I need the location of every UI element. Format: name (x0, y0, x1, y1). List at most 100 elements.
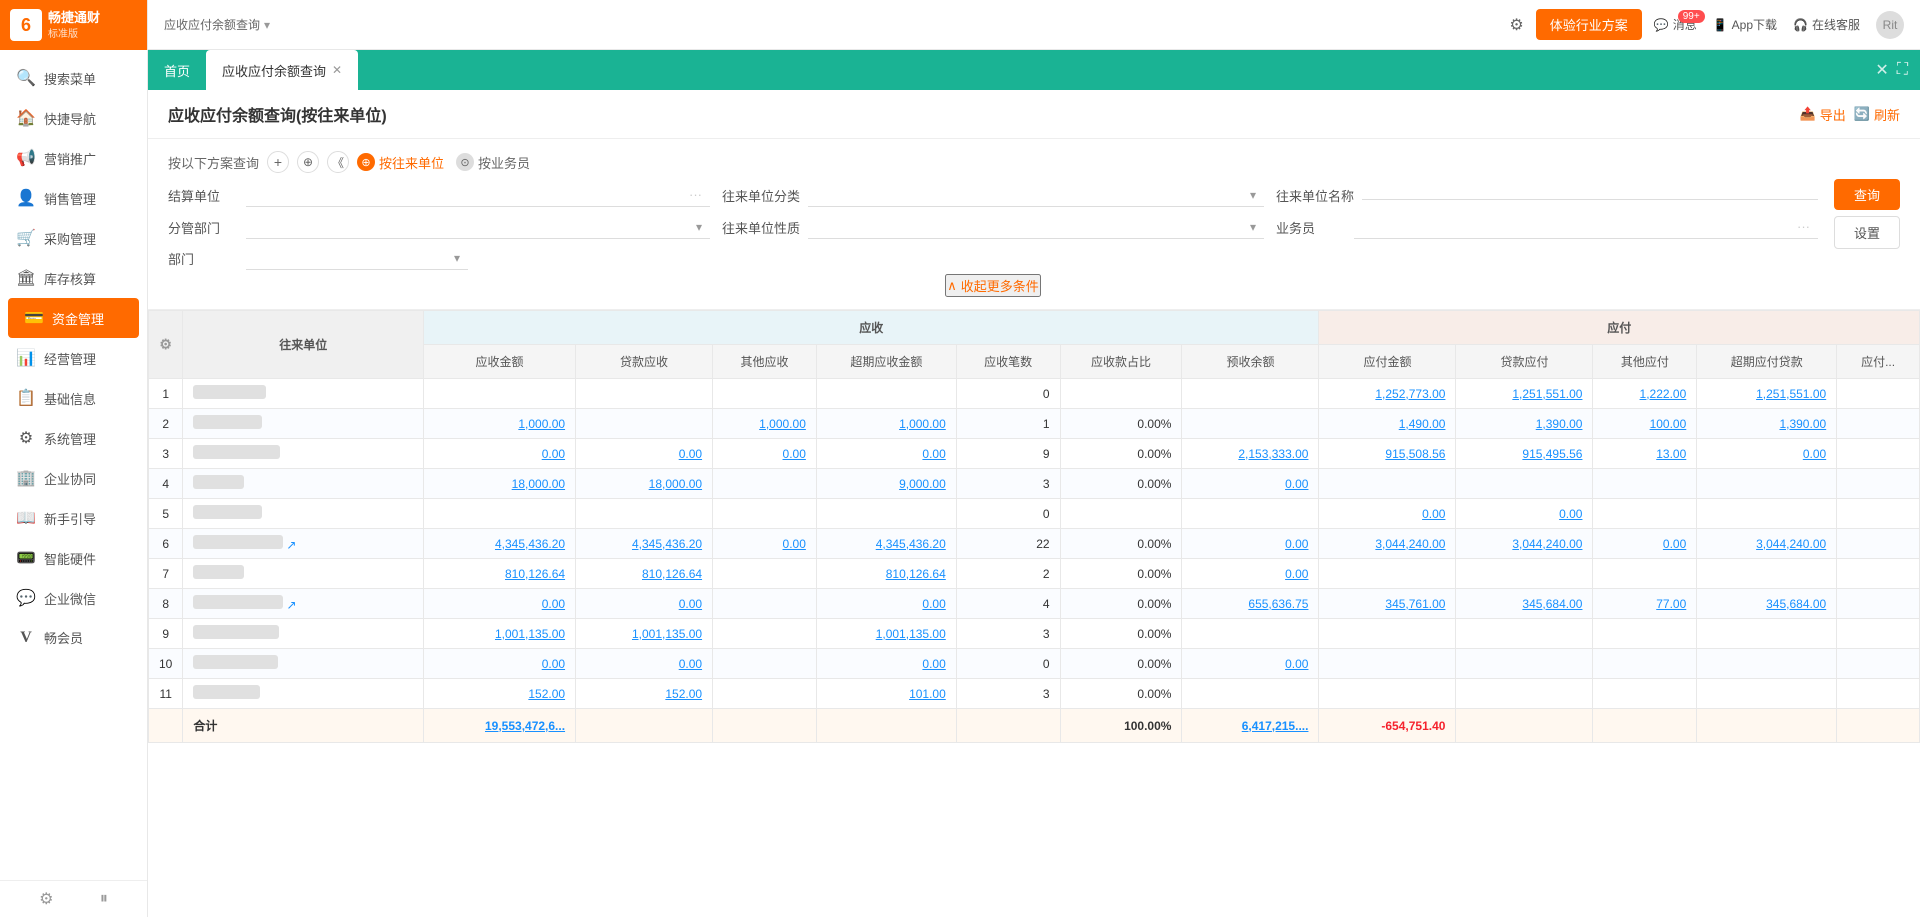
cell-ar_count: 0 (956, 649, 1060, 679)
sidebar-item-base-info[interactable]: 📋 基础信息 (0, 378, 147, 418)
cell-partner (183, 409, 424, 439)
cell-ar_ratio: 0.00% (1060, 679, 1182, 709)
sidebar-item-member[interactable]: V 畅会员 (0, 618, 147, 657)
cell-ap_overdue: 1,251,551.00 (1697, 379, 1837, 409)
sidebar-item-label: 库存核算 (44, 269, 96, 288)
salesman-input[interactable]: ··· (1354, 215, 1818, 239)
search-menu-icon: 🔍 (16, 68, 36, 88)
sidebar-item-search-menu[interactable]: 🔍 搜索菜单 (0, 58, 147, 98)
cell-ar_advance: 655,636.75 (1182, 589, 1319, 619)
filter-field-partner-type: 往来单位分类 ▾ (722, 184, 1264, 207)
sidebar-item-system[interactable]: ⚙ 系统管理 (0, 418, 147, 458)
settings-footer-icon[interactable]: ⚙ (39, 889, 53, 909)
cell-ar_ratio: 0.00% (1060, 529, 1182, 559)
settings-button[interactable]: 设置 (1834, 216, 1900, 249)
tab-ar-ap[interactable]: 应收应付余额查询 ✕ (206, 50, 358, 90)
sidebar-item-guide[interactable]: 📖 新手引导 (0, 498, 147, 538)
table-footer-row: 合计 19,553,472,6... 100.00% 6,417,215....… (149, 709, 1920, 743)
settlement-unit-input[interactable]: ··· (246, 183, 710, 207)
sidebar-item-marketing[interactable]: 📢 营销推广 (0, 138, 147, 178)
sidebar-item-inventory[interactable]: 🏛 库存核算 (0, 258, 147, 298)
footer-ar-amount[interactable]: 19,553,472,6... (424, 709, 576, 743)
sidebar-item-quick-nav[interactable]: 🏠 快捷导航 (0, 98, 147, 138)
cell-ar_amount: 152.00 (424, 679, 576, 709)
filter-scheme-salesman[interactable]: ⊙ 按业务员 (456, 153, 530, 172)
table-row: 100.000.000.0000.00%0.00 (149, 649, 1920, 679)
tab-home[interactable]: 首页 (148, 50, 206, 90)
cell-ap_overdue (1697, 679, 1837, 709)
th-ar-other: 其他应收 (713, 345, 817, 379)
th-ap-more: 应付... (1837, 345, 1920, 379)
filter-add-button[interactable]: + (267, 151, 289, 173)
header-right: 💬 消息 99+ 📱 App下载 🎧 在线客服 Rit (1654, 11, 1904, 39)
app-download-button[interactable]: 📱 App下载 (1713, 16, 1777, 33)
sidebar-item-corp-collab[interactable]: 🏢 企业协同 (0, 458, 147, 498)
filter-collapse-scheme-button[interactable]: 《 (327, 151, 349, 173)
sidebar-item-finance[interactable]: 💳 资金管理 (8, 298, 139, 338)
filter-field-salesman: 业务员 ··· (1276, 215, 1818, 239)
query-button[interactable]: 查询 (1834, 179, 1900, 210)
th-ar-amount: 应收金额 (424, 345, 576, 379)
cell-partner (183, 469, 424, 499)
cell-ar_advance: 0.00 (1182, 649, 1319, 679)
dept-select[interactable]: ▾ (246, 216, 710, 239)
partner-type-select[interactable]: ▾ (808, 184, 1264, 207)
collapse-button[interactable]: ∧ 收起更多条件 (945, 274, 1041, 297)
table-row: 30.000.000.000.0090.00%2,153,333.00915,5… (149, 439, 1920, 469)
message-button[interactable]: 💬 消息 99+ (1654, 16, 1697, 33)
refresh-button[interactable]: 🔄 刷新 (1854, 105, 1900, 124)
online-service-button[interactable]: 🎧 在线客服 (1793, 16, 1860, 33)
cell-ar_count: 3 (956, 619, 1060, 649)
field-label-salesman: 业务员 (1276, 218, 1346, 237)
table-section: ⚙ 往来单位 应收 应付 应收金额 贷款应收 其他应收 超期应收金额 应收笔数 … (148, 310, 1920, 917)
sidebar-item-sales[interactable]: 👤 销售管理 (0, 178, 147, 218)
cell-ar_amount: 0.00 (424, 439, 576, 469)
cell-ar_other: 1,000.00 (713, 409, 817, 439)
cell-ar_count: 3 (956, 679, 1060, 709)
section-dept-select[interactable]: ▾ (246, 247, 468, 270)
footer-ar-ratio: 100.00% (1060, 709, 1182, 743)
tab-close-all-icon[interactable]: ✕ (1875, 60, 1888, 80)
footer-ar-advance[interactable]: 6,417,215.... (1182, 709, 1319, 743)
partner-nature-select[interactable]: ▾ (808, 216, 1264, 239)
filter-target-button[interactable]: ⊕ (297, 151, 319, 173)
cell-partner (183, 559, 424, 589)
export-button[interactable]: 📤 导出 (1800, 105, 1846, 124)
scheme-label: 按往来单位 (379, 153, 444, 172)
gear-icon[interactable]: ⚙ (1509, 15, 1523, 35)
cell-ar_loan: 810,126.64 (576, 559, 713, 589)
table-row: 21,000.001,000.001,000.0010.00%1,490.001… (149, 409, 1920, 439)
message-badge: 99+ (1678, 10, 1705, 23)
purchase-icon: 🛒 (16, 228, 36, 248)
cell-ar_count: 3 (956, 469, 1060, 499)
th-ar-loan: 贷款应收 (576, 345, 713, 379)
sidebar-item-wechat[interactable]: 💬 企业微信 (0, 578, 147, 618)
sidebar-item-label: 企业微信 (44, 589, 96, 608)
cell-ap_loan (1456, 679, 1593, 709)
cell-ap_amount: 345,761.00 (1319, 589, 1456, 619)
tab-close-icon[interactable]: ✕ (332, 63, 342, 77)
cell-ar_ratio: 0.00% (1060, 439, 1182, 469)
field-label-dept: 分管部门 (168, 218, 238, 237)
promo-button[interactable]: 体验行业方案 (1536, 9, 1642, 40)
sidebar-item-smart-hw[interactable]: 📟 智能硬件 (0, 538, 147, 578)
blurred-cell (193, 625, 279, 639)
cell-ar_other (713, 649, 817, 679)
cell-partner (183, 679, 424, 709)
tab-fullscreen-icon[interactable]: ⛶ (1897, 61, 1908, 79)
partner-name-input[interactable] (1362, 191, 1818, 200)
filter-scheme-partner[interactable]: ⊕ 按往来单位 (357, 153, 444, 172)
cell-ap_loan: 345,684.00 (1456, 589, 1593, 619)
refresh-icon: 🔄 (1854, 106, 1870, 122)
table-wrapper[interactable]: ⚙ 往来单位 应收 应付 应收金额 贷款应收 其他应收 超期应收金额 应收笔数 … (148, 310, 1920, 917)
cell-ar_ratio: 0.00% (1060, 409, 1182, 439)
table-row: 7810,126.64810,126.64810,126.6420.00%0.0… (149, 559, 1920, 589)
user-avatar[interactable]: Rit (1876, 11, 1904, 39)
cell-ap_more (1837, 649, 1920, 679)
sidebar-item-management[interactable]: 📊 经营管理 (0, 338, 147, 378)
collapse-footer-icon[interactable]: ⏸ (100, 890, 108, 908)
blurred-cell (193, 595, 283, 609)
table-gear-icon[interactable]: ⚙ (159, 336, 172, 352)
sidebar-item-purchase[interactable]: 🛒 采购管理 (0, 218, 147, 258)
cell-ap_other: 77.00 (1593, 589, 1697, 619)
